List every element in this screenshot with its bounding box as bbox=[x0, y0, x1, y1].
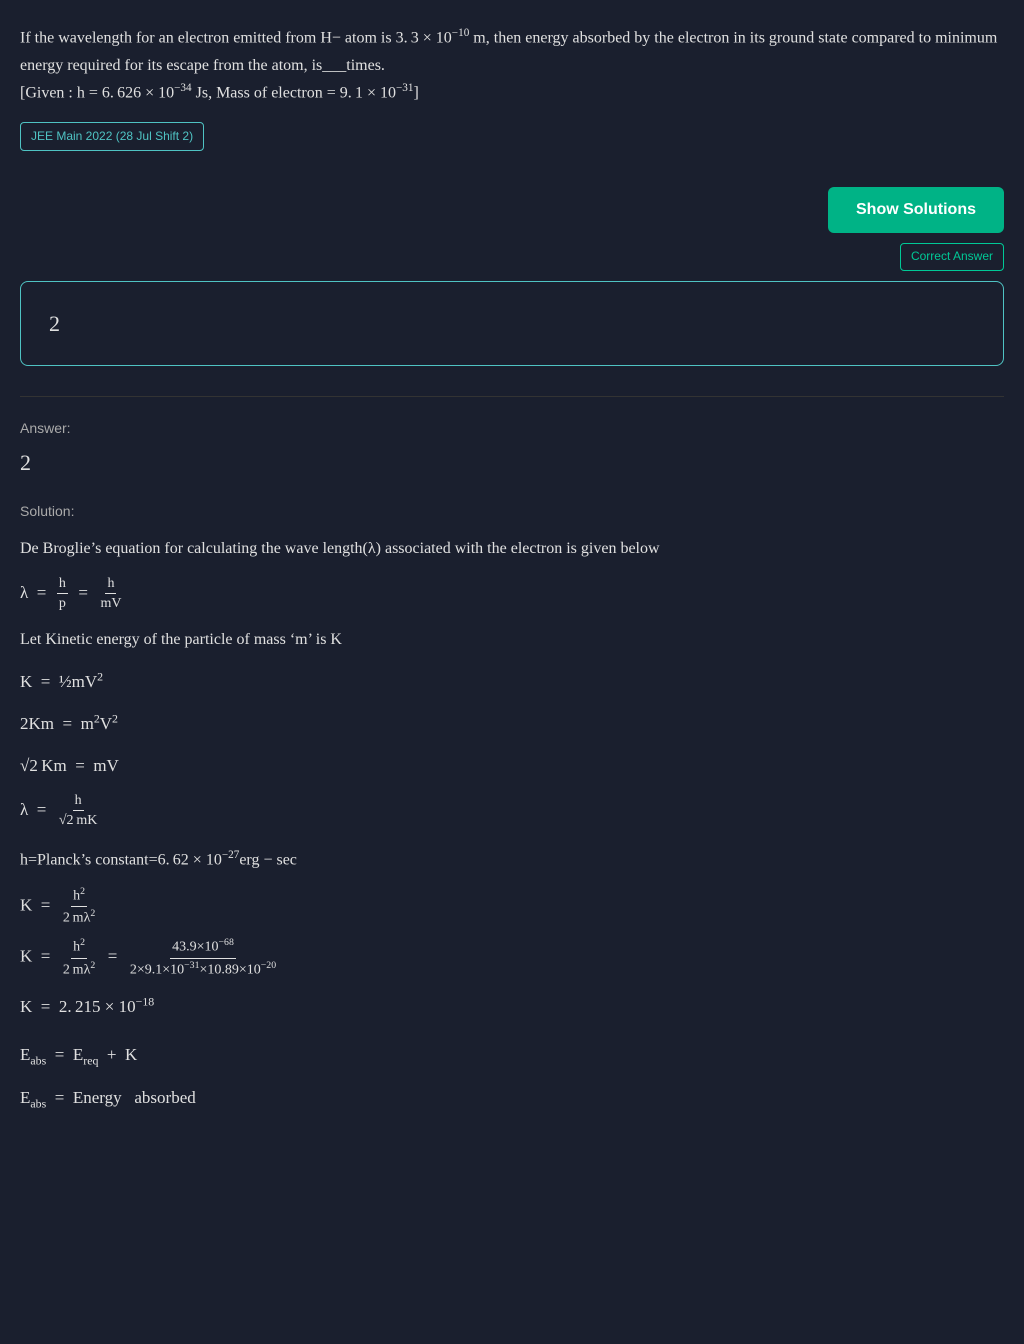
equation-k2: K = h2 2 mλ2 = 43.9×10−68 2×9.1×10−31×10… bbox=[20, 936, 1004, 980]
equation-e1: Eabs = Ereq + K bbox=[20, 1038, 1004, 1073]
correct-answer-badge: Correct Answer bbox=[20, 243, 1004, 270]
solution-intro: De Broglie’s equation for calculating th… bbox=[20, 535, 1004, 564]
show-solutions-button[interactable]: Show Solutions bbox=[828, 187, 1004, 233]
kinetic-energy-intro: Let Kinetic energy of the particle of ma… bbox=[20, 626, 1004, 655]
equation-e2: Eabs = Energy absorbed bbox=[20, 1081, 1004, 1116]
question-text: If the wavelength for an electron emitte… bbox=[20, 24, 1004, 106]
equation-3: 2Km = m2V2 bbox=[20, 707, 1004, 741]
equation-2: K = ½mV2 bbox=[20, 665, 1004, 699]
equation-1: λ = h p = h mV bbox=[20, 574, 1004, 614]
answer-box-value: 2 bbox=[49, 306, 60, 341]
question-container: If the wavelength for an electron emitte… bbox=[20, 24, 1004, 366]
planck-constant-note: h=Planck’s constant=6. 62 × 10−27erg − s… bbox=[20, 845, 1004, 875]
answer-label: Answer: bbox=[20, 417, 1004, 439]
solution-section: Solution: De Broglie’s equation for calc… bbox=[20, 500, 1004, 1116]
answer-value: 2 bbox=[20, 445, 1004, 480]
equation-5: λ = h √2 mK bbox=[20, 791, 1004, 831]
answer-section: Answer: 2 bbox=[20, 417, 1004, 481]
equation-k3: K = 2. 215 × 10−18 bbox=[20, 990, 1004, 1024]
solution-label: Solution: bbox=[20, 500, 1004, 522]
answer-box: 2 bbox=[20, 281, 1004, 366]
equation-4: √2 Km = mV bbox=[20, 749, 1004, 783]
tag-badge: JEE Main 2022 (28 Jul Shift 2) bbox=[20, 122, 204, 151]
equation-k1: K = h2 2 mλ2 bbox=[20, 885, 1004, 929]
